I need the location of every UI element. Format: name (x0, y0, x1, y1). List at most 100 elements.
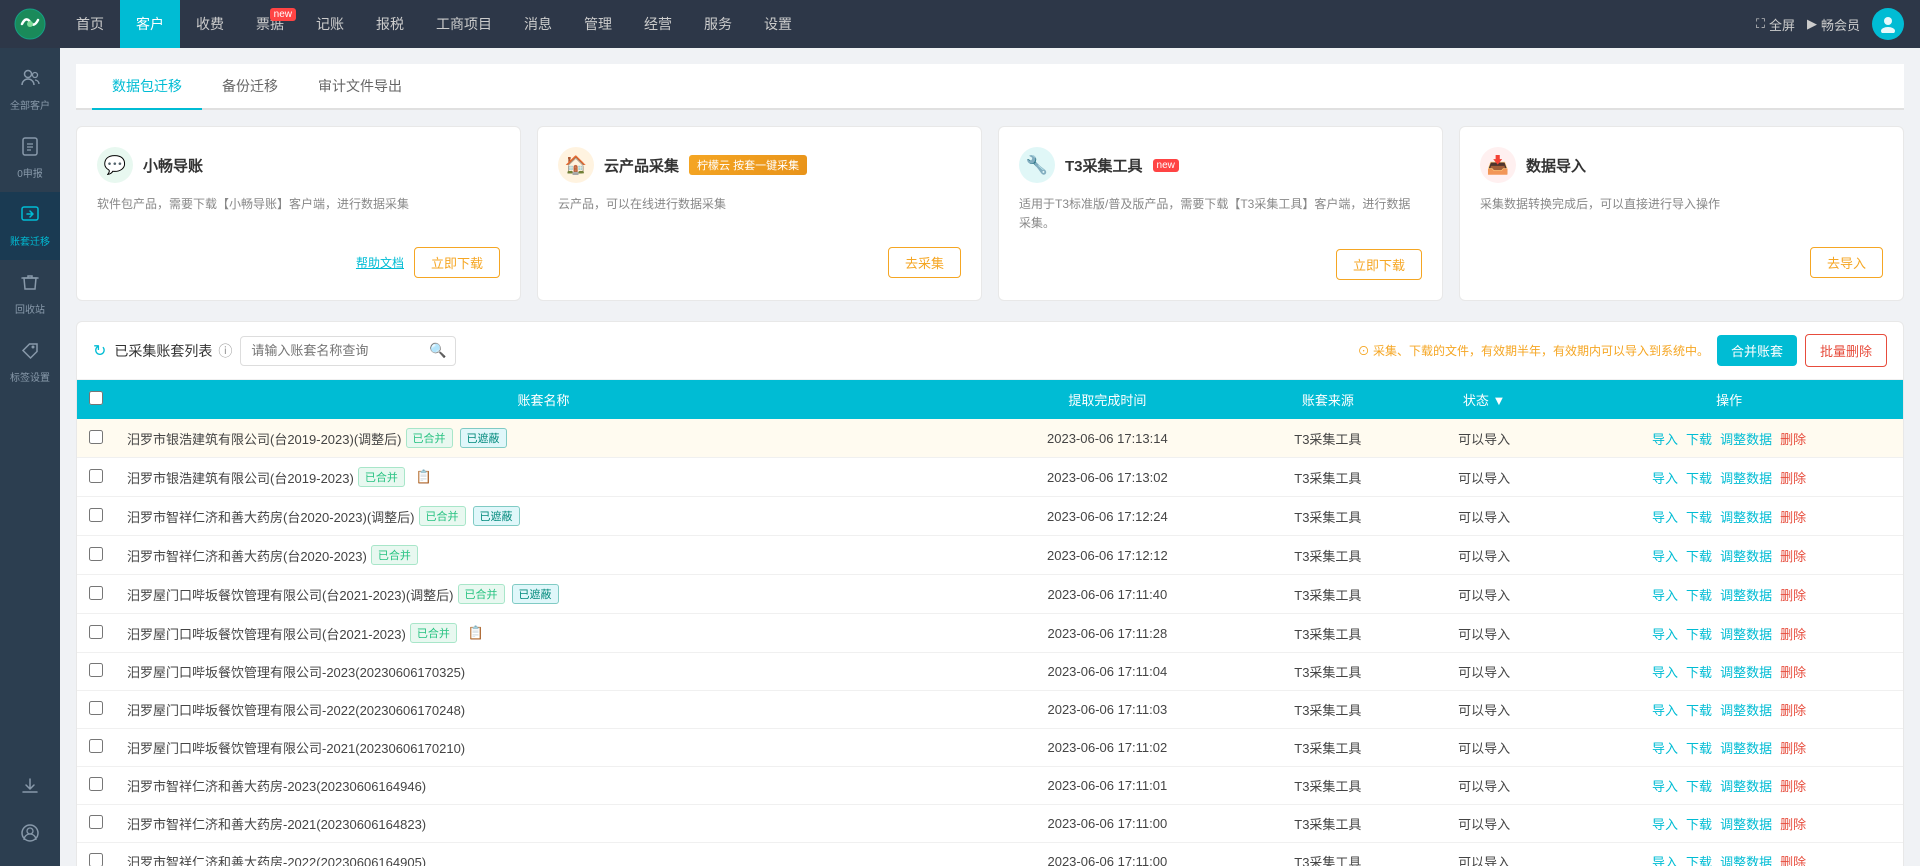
action-下载[interactable]: 下载 (1686, 627, 1712, 642)
row-checkbox[interactable] (89, 547, 103, 561)
action-调整数据[interactable]: 调整数据 (1720, 817, 1772, 832)
action-导入[interactable]: 导入 (1652, 779, 1678, 794)
row-checkbox[interactable] (89, 469, 103, 483)
sidebar-item-all-customers[interactable]: 全部客户 (0, 56, 60, 124)
row-checkbox[interactable] (89, 625, 103, 639)
action-导入[interactable]: 导入 (1652, 432, 1678, 447)
action-调整数据[interactable]: 调整数据 (1720, 779, 1772, 794)
action-导入[interactable]: 导入 (1652, 703, 1678, 718)
row-checkbox[interactable] (89, 853, 103, 866)
tab-backup-migration[interactable]: 备份迁移 (202, 64, 298, 110)
help-doc-link[interactable]: 帮助文档 (356, 254, 404, 271)
action-导入[interactable]: 导入 (1652, 510, 1678, 525)
sidebar-item-zero-report[interactable]: 0申报 (0, 124, 60, 192)
action-导入[interactable]: 导入 (1652, 588, 1678, 603)
action-下载[interactable]: 下载 (1686, 855, 1712, 866)
nav-manage[interactable]: 管理 (568, 0, 628, 48)
action-调整数据[interactable]: 调整数据 (1720, 588, 1772, 603)
search-button[interactable]: 🔍 (421, 342, 454, 359)
action-删除[interactable]: 删除 (1780, 703, 1806, 718)
file-icon[interactable]: 📋 (468, 625, 484, 641)
action-删除[interactable]: 删除 (1780, 741, 1806, 756)
nav-operation[interactable]: 经营 (628, 0, 688, 48)
batch-delete-button[interactable]: 批量删除 (1805, 334, 1887, 367)
action-导入[interactable]: 导入 (1652, 741, 1678, 756)
action-调整数据[interactable]: 调整数据 (1720, 665, 1772, 680)
action-删除[interactable]: 删除 (1780, 817, 1806, 832)
action-调整数据[interactable]: 调整数据 (1720, 703, 1772, 718)
action-导入[interactable]: 导入 (1652, 549, 1678, 564)
row-checkbox[interactable] (89, 701, 103, 715)
action-下载[interactable]: 下载 (1686, 510, 1712, 525)
nav-settings[interactable]: 设置 (748, 0, 808, 48)
action-删除[interactable]: 删除 (1780, 432, 1806, 447)
action-下载[interactable]: 下载 (1686, 432, 1712, 447)
action-删除[interactable]: 删除 (1780, 627, 1806, 642)
action-删除[interactable]: 删除 (1780, 779, 1806, 794)
action-下载[interactable]: 下载 (1686, 779, 1712, 794)
tab-data-migration[interactable]: 数据包迁移 (92, 64, 202, 110)
select-all-checkbox[interactable] (89, 391, 103, 405)
nav-invoice[interactable]: 票据new (240, 0, 300, 48)
logo[interactable] (0, 0, 60, 48)
action-调整数据[interactable]: 调整数据 (1720, 549, 1772, 564)
member-button[interactable]: ▶ 畅会员 (1807, 15, 1860, 34)
merge-account-button[interactable]: 合并账套 (1717, 335, 1797, 366)
sidebar-item-recycle[interactable]: 回收站 (0, 260, 60, 328)
action-调整数据[interactable]: 调整数据 (1720, 741, 1772, 756)
action-调整数据[interactable]: 调整数据 (1720, 627, 1772, 642)
action-下载[interactable]: 下载 (1686, 817, 1712, 832)
nav-message[interactable]: 消息 (508, 0, 568, 48)
action-删除[interactable]: 删除 (1780, 549, 1806, 564)
nav-customer[interactable]: 客户 (120, 0, 180, 48)
file-icon[interactable]: 📋 (416, 469, 432, 485)
row-checkbox[interactable] (89, 586, 103, 600)
row-checkbox[interactable] (89, 430, 103, 444)
row-checkbox[interactable] (89, 663, 103, 677)
action-下载[interactable]: 下载 (1686, 703, 1712, 718)
import-button[interactable]: 去导入 (1810, 247, 1883, 278)
row-checkbox[interactable] (89, 815, 103, 829)
action-删除[interactable]: 删除 (1780, 665, 1806, 680)
avatar[interactable] (1872, 8, 1904, 40)
sidebar-item-user[interactable] (0, 811, 60, 858)
xiaochang-download-button[interactable]: 立即下载 (414, 247, 500, 278)
t3-download-button[interactable]: 立即下载 (1336, 249, 1422, 280)
nav-home[interactable]: 首页 (60, 0, 120, 48)
action-删除[interactable]: 删除 (1780, 588, 1806, 603)
action-下载[interactable]: 下载 (1686, 665, 1712, 680)
action-导入[interactable]: 导入 (1652, 471, 1678, 486)
row-checkbox[interactable] (89, 508, 103, 522)
action-下载[interactable]: 下载 (1686, 588, 1712, 603)
search-input[interactable] (241, 343, 421, 358)
col-status[interactable]: 状态 ▼ (1413, 380, 1555, 419)
action-调整数据[interactable]: 调整数据 (1720, 855, 1772, 866)
nav-business[interactable]: 工商项目 (420, 0, 508, 48)
action-下载[interactable]: 下载 (1686, 741, 1712, 756)
action-调整数据[interactable]: 调整数据 (1720, 510, 1772, 525)
fullscreen-button[interactable]: ⛶ 全屏 (1756, 15, 1795, 34)
cloud-collect-button[interactable]: 去采集 (888, 247, 961, 278)
info-icon[interactable]: ⓘ (218, 341, 232, 361)
action-导入[interactable]: 导入 (1652, 627, 1678, 642)
action-删除[interactable]: 删除 (1780, 855, 1806, 866)
action-导入[interactable]: 导入 (1652, 665, 1678, 680)
sidebar-item-account-migration[interactable]: 账套迁移 (0, 192, 60, 260)
nav-fee[interactable]: 收费 (180, 0, 240, 48)
action-删除[interactable]: 删除 (1780, 510, 1806, 525)
tab-audit-export[interactable]: 审计文件导出 (298, 64, 422, 110)
action-下载[interactable]: 下载 (1686, 471, 1712, 486)
nav-tax[interactable]: 报税 (360, 0, 420, 48)
action-调整数据[interactable]: 调整数据 (1720, 432, 1772, 447)
sidebar-item-tag-settings[interactable]: 标签设置 (0, 328, 60, 396)
action-下载[interactable]: 下载 (1686, 549, 1712, 564)
sidebar-item-download[interactable] (0, 764, 60, 811)
action-导入[interactable]: 导入 (1652, 855, 1678, 866)
nav-service[interactable]: 服务 (688, 0, 748, 48)
action-导入[interactable]: 导入 (1652, 817, 1678, 832)
row-checkbox[interactable] (89, 739, 103, 753)
action-调整数据[interactable]: 调整数据 (1720, 471, 1772, 486)
refresh-icon[interactable]: ↻ (93, 341, 106, 361)
nav-accounting[interactable]: 记账 (300, 0, 360, 48)
action-删除[interactable]: 删除 (1780, 471, 1806, 486)
